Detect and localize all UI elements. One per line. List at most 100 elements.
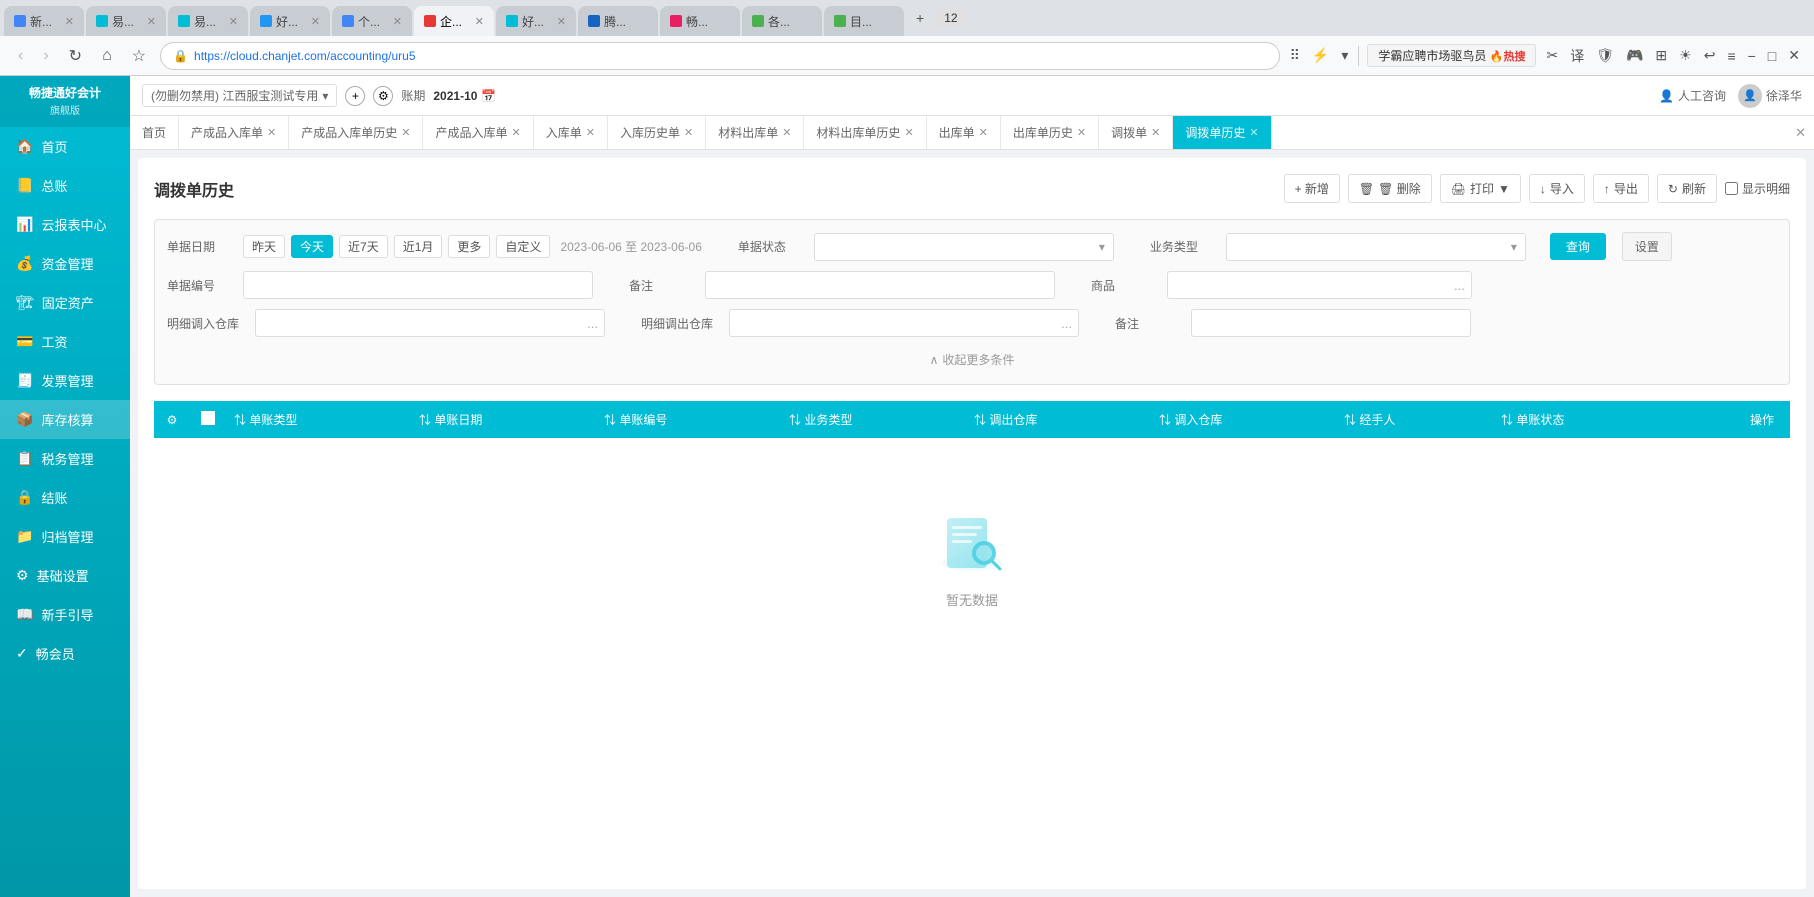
delete-button[interactable]: 🗑 🗑 删除: [1348, 174, 1432, 203]
app-tab-out-order[interactable]: 出库单 ✕: [927, 116, 1001, 149]
type-filter-select[interactable]: ▾: [1226, 233, 1526, 261]
sidebar-item-reports[interactable]: 📊 云报表中心: [0, 205, 130, 244]
browser-tab-8[interactable]: 腾...: [578, 6, 658, 36]
maximize-icon[interactable]: □: [1766, 46, 1778, 66]
order-no-input[interactable]: [243, 271, 593, 299]
topbar-settings-button[interactable]: ⚙: [373, 86, 393, 106]
refresh-button[interactable]: ↻ 刷新: [1657, 174, 1717, 203]
col-no[interactable]: ⇅ 单账编号: [596, 401, 781, 438]
app-tab-material-out-history-close[interactable]: ✕: [904, 126, 913, 139]
app-tab-transfer-history-close[interactable]: ✕: [1249, 126, 1258, 139]
game-icon[interactable]: 🎮: [1624, 45, 1645, 66]
translate-icon[interactable]: 译: [1568, 44, 1586, 68]
app-tab-out-order-close[interactable]: ✕: [979, 126, 988, 139]
query-button[interactable]: 查询: [1550, 233, 1606, 260]
date-btn-more[interactable]: 更多: [448, 235, 490, 258]
collapse-button[interactable]: ∧ 收起更多条件: [926, 347, 1019, 372]
sidebar-item-home[interactable]: 🏠 首页: [0, 127, 130, 166]
tab-count-badge[interactable]: 12: [936, 9, 965, 27]
app-tab-in-history[interactable]: 入库历史单 ✕: [608, 116, 706, 149]
detail-remark-input[interactable]: [1191, 309, 1471, 337]
goods-input[interactable]: [1174, 278, 1454, 292]
menu-icon[interactable]: ≡: [1725, 46, 1737, 66]
app-tab-in-history-close[interactable]: ✕: [684, 126, 693, 139]
home-button[interactable]: ⌂: [96, 43, 118, 69]
status-filter-select[interactable]: ▾: [814, 233, 1114, 261]
settings-filter-button[interactable]: 设置: [1622, 232, 1672, 261]
col-handler[interactable]: ⇅ 经手人: [1336, 401, 1493, 438]
bookmark-button[interactable]: ☆: [126, 42, 152, 70]
date-btn-today[interactable]: 今天: [291, 235, 333, 258]
browser-tab-10[interactable]: 各...: [742, 6, 822, 36]
sidebar-item-ledger[interactable]: 📒 总账: [0, 166, 130, 205]
detail-in-input[interactable]: [262, 316, 587, 330]
detail-out-input[interactable]: [736, 316, 1061, 330]
browser-tab-5[interactable]: 个... ✕: [332, 6, 412, 36]
browser-tab-close-1[interactable]: ✕: [65, 15, 74, 28]
sidebar-item-member[interactable]: ✓ 畅会员: [0, 634, 130, 673]
sidebar-item-inventory[interactable]: 📦 库存核算: [0, 400, 130, 439]
company-selector[interactable]: (勿删勿禁用) 江西服宝测试专用 ▾: [142, 84, 337, 107]
browser-tab-7[interactable]: 好... ✕: [496, 6, 576, 36]
browser-tab-6[interactable]: 企... ✕: [414, 6, 494, 36]
sidebar-item-guide[interactable]: 📖 新手引导: [0, 595, 130, 634]
browser-tab-close-4[interactable]: ✕: [311, 15, 320, 28]
new-tab-btn[interactable]: +: [906, 10, 934, 26]
col-date[interactable]: ⇅ 单账日期: [411, 401, 596, 438]
app-tab-product-in-history-close[interactable]: ✕: [401, 126, 410, 139]
goods-dots[interactable]: ...: [1454, 278, 1465, 293]
date-btn-custom[interactable]: 自定义: [496, 235, 550, 258]
lightning-icon[interactable]: ⚡: [1310, 45, 1331, 66]
new-button[interactable]: + 新增: [1284, 174, 1340, 203]
import-button[interactable]: ↓ 导入: [1529, 174, 1585, 203]
reload-button[interactable]: ↻: [63, 42, 88, 70]
app-tab-out-history-close[interactable]: ✕: [1077, 126, 1086, 139]
select-all-checkbox[interactable]: [201, 411, 215, 425]
sidebar-item-closing[interactable]: 🔒 结账: [0, 478, 130, 517]
app-tab-in-order[interactable]: 入库单 ✕: [534, 116, 608, 149]
detail-out-dots[interactable]: ...: [1061, 316, 1072, 331]
cut-icon[interactable]: ✂: [1544, 45, 1560, 66]
browser-tab-close-2[interactable]: ✕: [147, 15, 156, 28]
app-tab-product-in2[interactable]: 产成品入库单 ✕: [423, 116, 533, 149]
browser-tab-close-3[interactable]: ✕: [229, 15, 238, 28]
dropdown-arrow[interactable]: ▾: [1339, 45, 1350, 66]
app-tab-transfer[interactable]: 调拨单 ✕: [1099, 116, 1173, 149]
help-button[interactable]: 👤 人工咨询: [1659, 87, 1726, 104]
app-tab-product-in[interactable]: 产成品入库单 ✕: [179, 116, 289, 149]
app-tab-transfer-close[interactable]: ✕: [1151, 126, 1160, 139]
col-settings-icon[interactable]: ⚙: [167, 413, 178, 427]
show-all-checkbox[interactable]: [1725, 182, 1738, 195]
col-checkbox[interactable]: [190, 401, 226, 438]
shield-icon[interactable]: 🛡: [1594, 45, 1616, 66]
app-tab-product-in-history[interactable]: 产成品入库单历史 ✕: [289, 116, 423, 149]
sun-icon[interactable]: ☀: [1677, 45, 1694, 66]
browser-tab-9[interactable]: 畅...: [660, 6, 740, 36]
sidebar-item-archive[interactable]: 📁 归档管理: [0, 517, 130, 556]
close-window-icon[interactable]: ✕: [1786, 45, 1802, 66]
remark-input[interactable]: [705, 271, 1055, 299]
sidebar-item-invoice[interactable]: 🧾 发票管理: [0, 361, 130, 400]
col-status[interactable]: ⇅ 单账状态: [1493, 401, 1678, 438]
col-biz-type[interactable]: ⇅ 业务类型: [781, 401, 966, 438]
detail-in-dots[interactable]: ...: [587, 316, 598, 331]
tab-nav-close-all[interactable]: ✕: [1787, 117, 1814, 149]
col-settings[interactable]: ⚙: [154, 401, 190, 438]
browser-tab-4[interactable]: 好... ✕: [250, 6, 330, 36]
forward-button[interactable]: ›: [37, 43, 54, 69]
col-type[interactable]: ⇅ 单账类型: [226, 401, 411, 438]
browser-tab-11[interactable]: 目...: [824, 6, 904, 36]
date-btn-month[interactable]: 近1月: [394, 235, 443, 258]
export-button[interactable]: ↑ 导出: [1593, 174, 1649, 203]
browser-tab-close-6[interactable]: ✕: [475, 15, 484, 28]
print-button[interactable]: 🖨 打印 ▼: [1440, 174, 1521, 203]
back-button[interactable]: ‹: [12, 43, 29, 69]
grid-icon[interactable]: ⊞: [1653, 45, 1669, 66]
sidebar-item-fixed[interactable]: 🏗 固定资产: [0, 283, 130, 322]
show-all-toggle[interactable]: 显示明细: [1725, 180, 1790, 197]
minimize-icon[interactable]: −: [1746, 46, 1758, 66]
calendar-icon[interactable]: 📅: [481, 89, 496, 103]
app-tab-product-in2-close[interactable]: ✕: [512, 126, 521, 139]
browser-tab-3[interactable]: 易... ✕: [168, 6, 248, 36]
col-out-wh[interactable]: ⇅ 调出仓库: [966, 401, 1151, 438]
